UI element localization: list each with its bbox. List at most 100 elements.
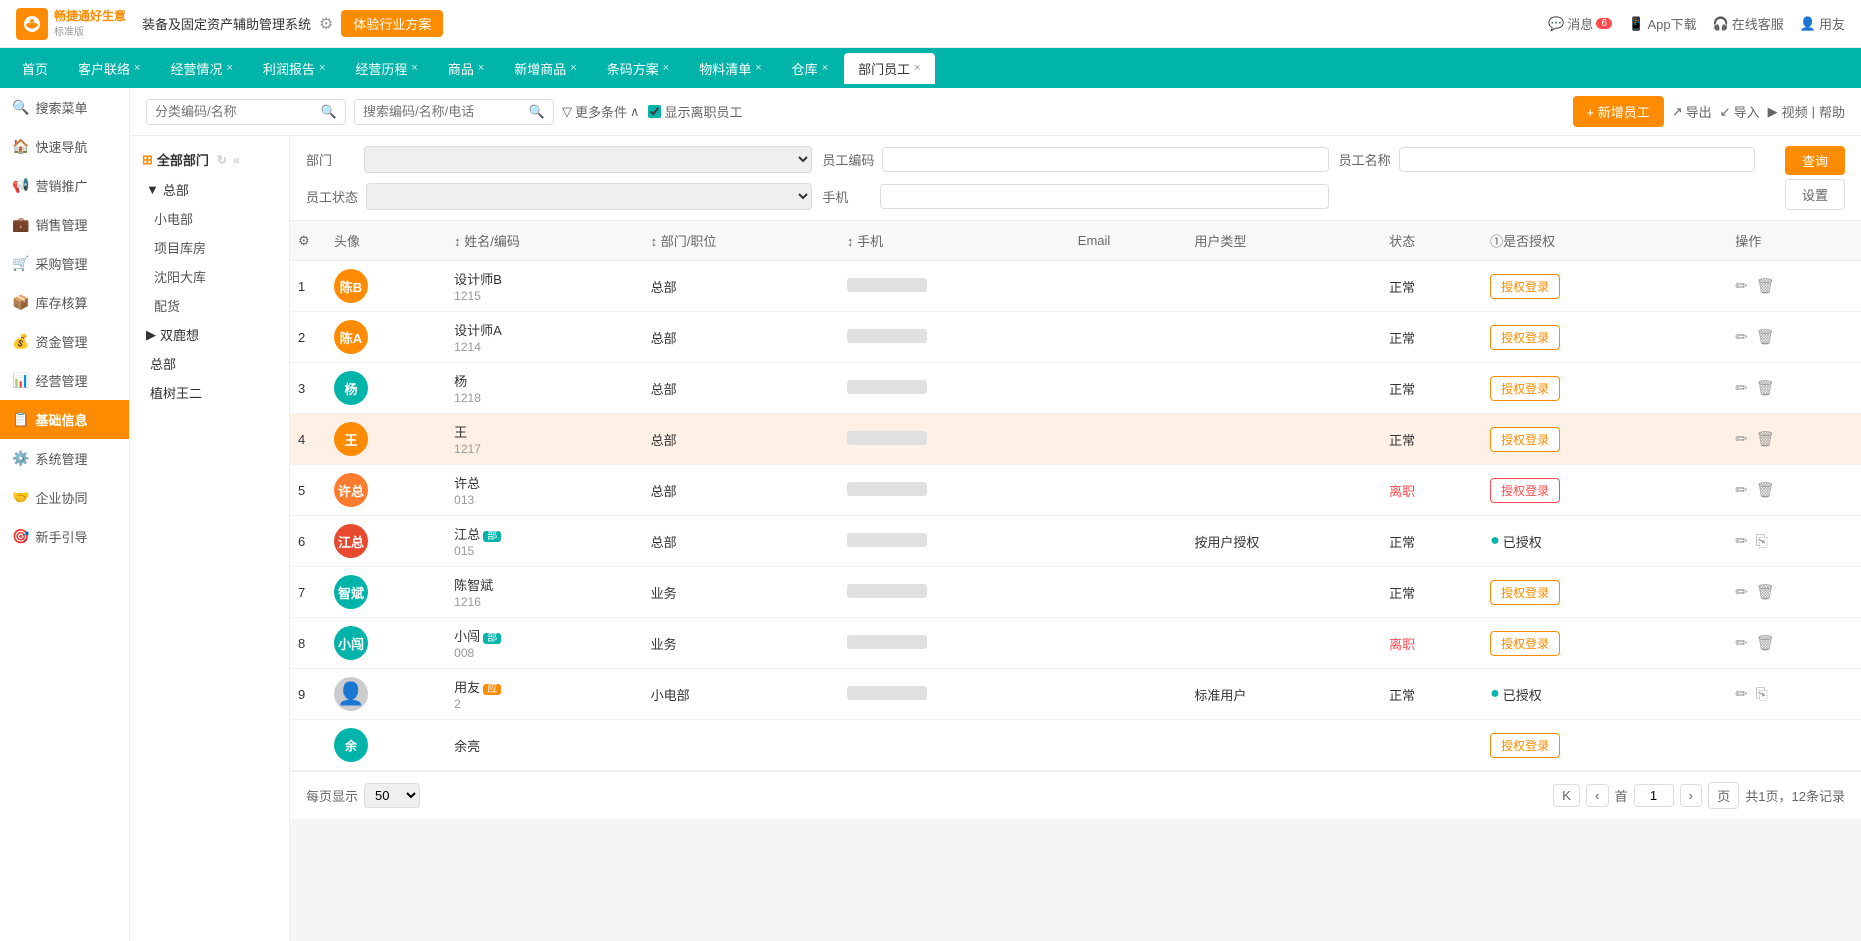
close-icon[interactable]: × xyxy=(319,62,325,74)
tab-bom[interactable]: 物料清单× xyxy=(685,53,775,84)
dept-group-head[interactable]: ▼ 总部 xyxy=(130,175,289,204)
user-btn[interactable]: 👤 用友 xyxy=(1800,14,1845,33)
delete-icon[interactable]: 🗑 xyxy=(1756,277,1775,295)
settings-icon[interactable]: ⚙ xyxy=(319,14,333,34)
sidebar-item-marketing[interactable]: 📢 营销推广 xyxy=(0,166,129,205)
filter-btn[interactable]: ▽ 更多条件 ∧ xyxy=(562,102,640,121)
category-search-box[interactable]: 🔍 xyxy=(146,99,346,125)
auth-btn[interactable]: 授权登录 xyxy=(1490,325,1560,350)
delete-icon[interactable]: 🗑 xyxy=(1756,634,1775,652)
close-icon[interactable]: × xyxy=(478,62,484,74)
video-icon[interactable]: ▶ xyxy=(1768,104,1778,120)
edit-icon[interactable]: ✏ xyxy=(1735,481,1748,499)
app-download-btn[interactable]: 📱 App下载 xyxy=(1628,14,1696,33)
dept-group-zongbu[interactable]: 总部 xyxy=(130,349,289,378)
import-btn[interactable]: ↙ 导入 xyxy=(1720,102,1760,121)
dept-item-projectroom[interactable]: 项目库房 xyxy=(130,233,289,262)
dept-all-header[interactable]: ⊞ 全部部门 ↻ « xyxy=(130,144,289,175)
dept-group-zhishuwanger[interactable]: 植树王二 xyxy=(130,378,289,407)
edit-icon[interactable]: ✏ xyxy=(1735,379,1748,397)
add-employee-btn[interactable]: + 新增员工 xyxy=(1573,96,1664,127)
dept-item-peihuo[interactable]: 配货 xyxy=(130,291,289,320)
auth-btn[interactable]: 授权登录 xyxy=(1490,274,1560,299)
close-icon[interactable]: × xyxy=(226,62,232,74)
sidebar-item-basic[interactable]: 📋 基础信息 xyxy=(0,400,129,439)
query-btn[interactable]: 查询 xyxy=(1785,146,1845,175)
sidebar-item-sales[interactable]: 💼 销售管理 xyxy=(0,205,129,244)
auth-btn[interactable]: 授权登录 xyxy=(1490,631,1560,656)
export-btn[interactable]: ↗ 导出 xyxy=(1672,102,1712,121)
col-phone[interactable]: ↕ 手机 xyxy=(839,221,1070,261)
edit-icon[interactable]: ✏ xyxy=(1735,634,1748,652)
close-icon[interactable]: × xyxy=(914,62,920,74)
next-page-btn[interactable]: › xyxy=(1680,784,1702,807)
edit-icon[interactable]: ✏ xyxy=(1735,685,1748,703)
online-service-btn[interactable]: 🎧 在线客服 xyxy=(1713,14,1784,33)
refresh-icon[interactable]: ↻ xyxy=(217,153,227,167)
employee-search-box[interactable]: 🔍 xyxy=(354,99,554,125)
sidebar-item-purchase[interactable]: 🛒 采购管理 xyxy=(0,244,129,283)
auth-btn[interactable]: 授权登录 xyxy=(1490,427,1560,452)
sidebar-item-finance[interactable]: 💰 资金管理 xyxy=(0,322,129,361)
tab-warehouse[interactable]: 仓库× xyxy=(778,53,842,84)
edit-icon[interactable]: ✏ xyxy=(1735,583,1748,601)
close-icon[interactable]: × xyxy=(134,62,140,74)
category-search-input[interactable] xyxy=(155,104,317,119)
delete-icon[interactable]: 🗑 xyxy=(1756,328,1775,346)
sidebar-item-management[interactable]: 📊 经营管理 xyxy=(0,361,129,400)
show-resigned-checkbox[interactable]: 显示离职员工 xyxy=(648,102,743,121)
tab-customer[interactable]: 客户联络× xyxy=(64,53,154,84)
close-icon[interactable]: × xyxy=(411,62,417,74)
tab-profit[interactable]: 利润报告× xyxy=(249,53,339,84)
sidebar-item-system[interactable]: ⚙️ 系统管理 xyxy=(0,439,129,478)
dept-group-shuangluxiang[interactable]: ▶ 双鹿想 xyxy=(130,320,289,349)
edit-icon[interactable]: ✏ xyxy=(1735,328,1748,346)
delete-icon[interactable]: 🗑 xyxy=(1756,379,1775,397)
sidebar-item-collab[interactable]: 🤝 企业协同 xyxy=(0,478,129,517)
close-icon[interactable]: × xyxy=(755,62,761,74)
delete-icon[interactable]: 🗑 xyxy=(1756,583,1775,601)
tab-barcode[interactable]: 条码方案× xyxy=(593,53,683,84)
close-icon[interactable]: × xyxy=(570,62,576,74)
prev-page-btn[interactable]: ‹ xyxy=(1586,784,1608,807)
tab-home[interactable]: 首页 xyxy=(8,53,62,84)
auth-btn[interactable]: 授权登录 xyxy=(1490,376,1560,401)
help-label[interactable]: 帮助 xyxy=(1819,102,1845,121)
col-name[interactable]: ↕ 姓名/编码 xyxy=(446,221,642,261)
col-settings[interactable]: ⚙ xyxy=(290,221,326,261)
auth-btn[interactable]: 授权登录 xyxy=(1490,478,1560,503)
collapse-dept-icon[interactable]: « xyxy=(233,153,240,167)
close-icon[interactable]: × xyxy=(822,62,828,74)
sidebar-item-inventory[interactable]: 📦 库存核算 xyxy=(0,283,129,322)
delete-icon[interactable]: 🗑 xyxy=(1756,481,1775,499)
empname-input[interactable] xyxy=(1399,147,1755,172)
copy-icon[interactable]: ⎘ xyxy=(1756,533,1768,550)
sidebar-item-search[interactable]: 🔍 搜索菜单 xyxy=(0,88,129,127)
tab-operation[interactable]: 经营情况× xyxy=(156,53,246,84)
message-btn[interactable]: 💬 消息 6 xyxy=(1548,14,1612,33)
empcode-input[interactable] xyxy=(882,147,1328,172)
close-icon[interactable]: × xyxy=(663,62,669,74)
show-resigned-input[interactable] xyxy=(648,105,661,118)
empstatus-select[interactable] xyxy=(366,183,812,210)
sidebar-item-guide[interactable]: 🎯 新手引导 xyxy=(0,517,129,556)
set-btn[interactable]: 设置 xyxy=(1785,179,1845,210)
page-input[interactable] xyxy=(1634,784,1674,807)
last-page-btn[interactable]: 页 xyxy=(1708,782,1739,809)
dept-item-shenyang[interactable]: 沈阳大库 xyxy=(130,262,289,291)
page-size-select[interactable]: 50 100 xyxy=(364,783,420,808)
employee-search-input[interactable] xyxy=(363,104,525,119)
sidebar-item-nav[interactable]: 🏠 快速导航 xyxy=(0,127,129,166)
tab-department[interactable]: 部门员工× xyxy=(844,53,934,84)
delete-icon[interactable]: 🗑 xyxy=(1756,430,1775,448)
trial-btn[interactable]: 体验行业方案 xyxy=(341,10,443,37)
tab-goods[interactable]: 商品× xyxy=(434,53,498,84)
edit-icon[interactable]: ✏ xyxy=(1735,430,1748,448)
edit-icon[interactable]: ✏ xyxy=(1735,277,1748,295)
edit-icon[interactable]: ✏ xyxy=(1735,532,1748,550)
auth-btn[interactable]: 授权登录 xyxy=(1490,733,1560,758)
copy-icon[interactable]: ⎘ xyxy=(1756,686,1768,703)
dept-select[interactable] xyxy=(364,146,812,173)
first-page-btn[interactable]: K xyxy=(1553,784,1580,807)
col-dept[interactable]: ↕ 部门/职位 xyxy=(643,221,839,261)
